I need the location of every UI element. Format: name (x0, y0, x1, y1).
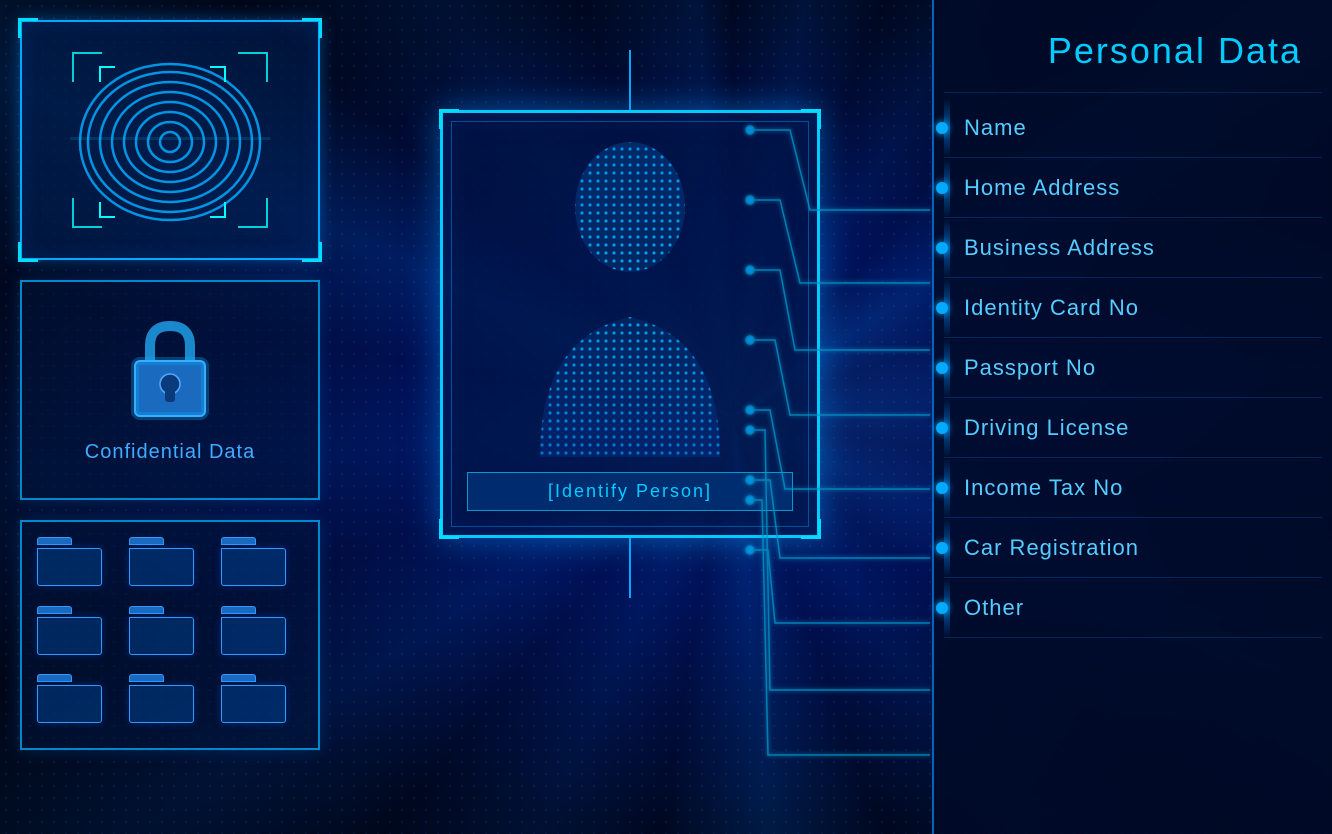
field-label-home-address: Home Address (964, 175, 1120, 201)
id-card-corner-tr (801, 109, 821, 129)
field-label-business-address: Business Address (964, 235, 1155, 261)
data-field-identity-card-no: Identity Card No (944, 278, 1322, 338)
id-card-corner-bl (439, 519, 459, 539)
folder-body (129, 548, 194, 586)
id-label: [Identify Person] (467, 472, 793, 511)
field-label-income-tax-no: Income Tax No (964, 475, 1123, 501)
data-field-driving-license: Driving License (944, 398, 1322, 458)
connection-dot (936, 122, 948, 134)
folder-icon (129, 606, 211, 665)
scan-bracket-br (238, 198, 268, 228)
folder-icon (37, 606, 119, 665)
field-label-passport-no: Passport No (964, 355, 1096, 381)
field-label-car-registration: Car Registration (964, 535, 1139, 561)
connection-dot (936, 482, 948, 494)
corner-decoration (302, 242, 322, 262)
field-label-other: Other (964, 595, 1024, 621)
folder-tab (37, 674, 72, 682)
top-connection-line (629, 50, 631, 110)
data-field-home-address: Home Address (944, 158, 1322, 218)
id-card-inner: [Identify Person] (451, 121, 809, 527)
folder-tab (221, 606, 256, 614)
folder-icon (129, 674, 211, 733)
data-field-other: Other (944, 578, 1322, 638)
folder-tab (37, 537, 72, 545)
folder-tab (129, 537, 164, 545)
id-card-corner-tl (439, 109, 459, 129)
confidential-label: Confidential Data (85, 441, 255, 464)
folder-tab (129, 674, 164, 682)
connection-dot (936, 542, 948, 554)
folder-icon (221, 674, 303, 733)
data-field-business-address: Business Address (944, 218, 1322, 278)
data-field-income-tax-no: Income Tax No (944, 458, 1322, 518)
folder-icon (37, 674, 119, 733)
page-title: Personal Data (944, 15, 1322, 93)
center-section: [Identify Person] (380, 50, 880, 598)
corner-decoration (18, 242, 38, 262)
left-panel: Confidential Data (20, 20, 360, 814)
folder-body (37, 617, 102, 655)
folder-tab (221, 537, 256, 545)
person-dots-overlay (490, 137, 770, 457)
connection-dot (936, 242, 948, 254)
folder-tab (221, 674, 256, 682)
field-label-identity-card-no: Identity Card No (964, 295, 1139, 321)
corner-decoration (18, 18, 38, 38)
connection-dot (936, 422, 948, 434)
folder-body (221, 617, 286, 655)
folder-icon (221, 537, 303, 596)
connection-dot (936, 302, 948, 314)
bottom-connection-line (629, 538, 631, 598)
data-field-passport-no: Passport No (944, 338, 1322, 398)
lock-icon (120, 316, 220, 426)
data-field-name: Name (944, 98, 1322, 158)
data-field-car-registration: Car Registration (944, 518, 1322, 578)
folder-icon (221, 606, 303, 665)
folder-body (129, 617, 194, 655)
folder-body (129, 685, 194, 723)
scan-bracket-tl (72, 52, 102, 82)
folder-icon (37, 537, 119, 596)
folder-icon (129, 537, 211, 596)
id-card: [Identify Person] (440, 110, 820, 538)
corner-decoration (302, 18, 322, 38)
folder-body (37, 685, 102, 723)
folder-tab (129, 606, 164, 614)
fingerprint-panel (20, 20, 320, 260)
connection-dot (936, 362, 948, 374)
folder-body (37, 548, 102, 586)
confidential-panel: Confidential Data (20, 280, 320, 500)
person-silhouette (490, 137, 770, 457)
field-label-driving-license: Driving License (964, 415, 1129, 441)
scan-bracket-tr (238, 52, 268, 82)
connection-dot (936, 182, 948, 194)
folder-body (221, 548, 286, 586)
folder-body (221, 685, 286, 723)
field-label-name: Name (964, 115, 1027, 141)
connection-dot (936, 602, 948, 614)
scan-bracket-bl (72, 198, 102, 228)
folders-panel (20, 520, 320, 750)
id-card-corner-br (801, 519, 821, 539)
right-panel: Personal Data Name Home Address Business… (932, 0, 1332, 834)
folder-tab (37, 606, 72, 614)
